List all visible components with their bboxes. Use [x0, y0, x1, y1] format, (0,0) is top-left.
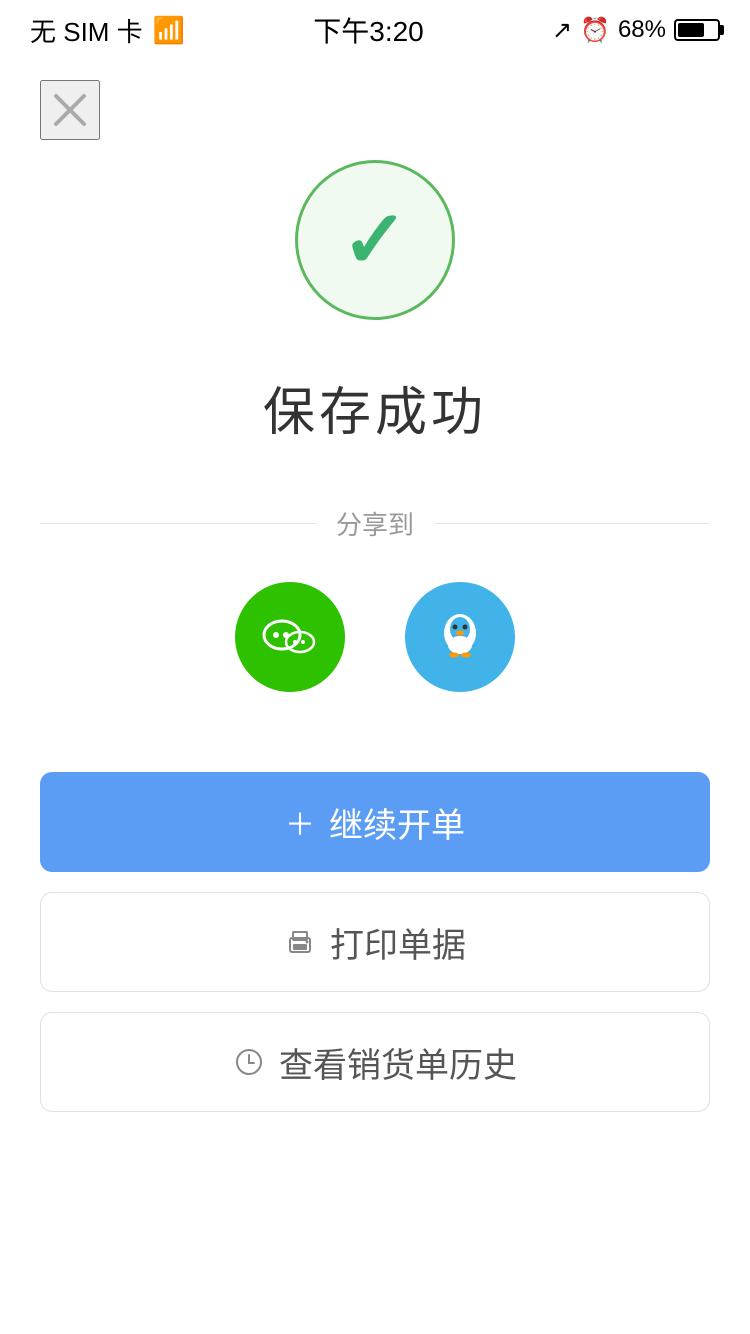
qq-icon [430, 607, 490, 667]
wechat-icon [260, 607, 320, 667]
share-label: 分享到 [336, 505, 414, 542]
history-icon [233, 1046, 265, 1078]
divider-right [434, 523, 710, 524]
check-icon: ✓ [341, 200, 408, 280]
no-sim-text: 无 SIM 卡 [30, 12, 143, 49]
print-button[interactable]: 打印单据 [40, 892, 710, 992]
printer-icon [284, 926, 316, 958]
status-left: 无 SIM 卡 📶 [30, 12, 185, 49]
close-button[interactable] [40, 80, 100, 140]
plus-icon: ＋ [285, 800, 315, 844]
continue-button[interactable]: ＋ 继续开单 [40, 772, 710, 872]
share-wechat-button[interactable] [235, 582, 345, 692]
history-button[interactable]: 查看销货单历史 [40, 1012, 710, 1112]
print-label: 打印单据 [330, 918, 466, 967]
action-buttons: ＋ 继续开单 打印单据 查看销货单历史 [40, 772, 710, 1112]
success-title: 保存成功 [263, 370, 487, 445]
main-content: ✓ 保存成功 分享到 [0, 60, 750, 1152]
history-label: 查看销货单历史 [279, 1038, 517, 1087]
divider-left [40, 523, 316, 524]
status-right: ↗ ⏰ 68% [552, 16, 720, 45]
share-divider: 分享到 [40, 505, 710, 542]
close-icon [52, 92, 88, 128]
success-circle: ✓ [295, 160, 455, 320]
status-bar: 无 SIM 卡 📶 下午3:20 ↗ ⏰ 68% [0, 0, 750, 60]
location-icon: ↗ [552, 16, 572, 45]
share-icons-container [235, 582, 515, 692]
share-qq-button[interactable] [405, 582, 515, 692]
alarm-icon: ⏰ [580, 16, 610, 45]
battery-percent: 68% [618, 16, 666, 44]
wifi-icon: 📶 [153, 15, 185, 46]
status-time: 下午3:20 [313, 10, 424, 50]
continue-label: 继续开单 [329, 798, 465, 847]
battery-icon [674, 19, 720, 41]
